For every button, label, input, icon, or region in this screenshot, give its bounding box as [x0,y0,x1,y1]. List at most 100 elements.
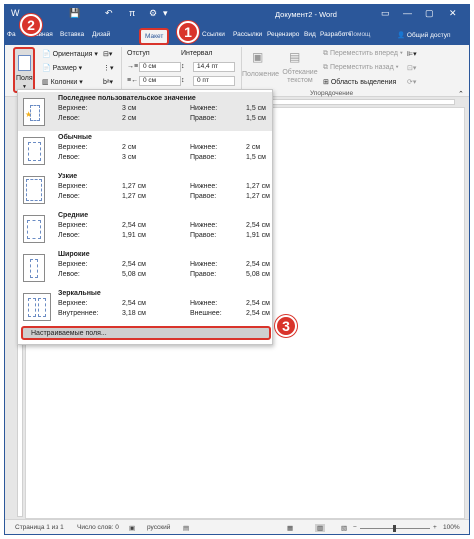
preset-left-label: Левое: [58,193,80,200]
position-button[interactable]: Положение [242,71,279,78]
preset-name: Узкие [58,173,78,180]
preset-top-value: 2,54 см [122,222,146,229]
tab-insert[interactable]: Вставка [60,31,84,38]
preset-outside-label: Внешнее: [190,310,222,317]
undo-icon[interactable]: ↶ [105,8,113,19]
horizontal-ruler[interactable] [255,99,455,105]
orientation-button[interactable]: 📄 Ориентация ▾ [42,50,98,58]
preset-bottom-label: Нижнее: [190,222,218,229]
preset-left-label: Левое: [58,115,80,122]
proofing-icon[interactable]: ▣ [129,524,135,532]
preset-inside-value: 3,18 см [122,310,146,317]
word-logo-icon: W [11,8,20,18]
margin-preset-mirrored[interactable]: Зеркальные Верхнее: 2,54 см Нижнее: 2,54… [18,287,272,326]
size-button[interactable]: 📄 Размер ▾ [42,64,82,72]
margin-preset-wide[interactable]: Широкие Верхнее: 2,54 см Нижнее: 2,54 см… [18,248,272,287]
zoom-level[interactable]: 100% [443,524,460,531]
selection-pane-label: Область выделения [330,79,397,86]
send-backward-label: Переместить назад [329,64,394,71]
page-count[interactable]: Страница 1 из 1 [15,524,64,531]
preset-top-value: 3 см [122,105,137,112]
margin-guide [30,105,40,121]
rotate-icon[interactable]: ⟳▾ [407,78,416,86]
bring-forward-button[interactable]: ⧉ Переместить вперед ▾ [323,50,403,58]
preset-name: Зеркальные [58,290,101,297]
maximize-icon[interactable]: ▢ [425,8,434,19]
close-icon[interactable]: ✕ [449,8,457,19]
margin-preset-normal[interactable]: Обычные Верхнее: 2 см Нижнее: 2 см Левое… [18,131,272,170]
tab-design[interactable]: Дизай [92,31,110,38]
line-numbers-icon[interactable]: ⋮▾ [103,64,114,72]
tab-layout[interactable]: Макет [139,28,170,45]
margin-guide [27,220,41,239]
margin-guide [30,259,38,278]
customize-qa-icon[interactable]: ▾ [163,8,168,19]
window-title: Документ2 - Word [275,10,337,19]
columns-button[interactable]: ▥ Колонки ▾ [42,78,83,86]
align-icon[interactable]: ⊫▾ [407,50,417,58]
selection-pane-button[interactable]: ⊞ Область выделения [323,78,396,86]
spacing-after-input[interactable]: 0 пт [193,76,235,86]
minimize-icon[interactable]: — [403,8,412,18]
preset-left-value: 1,91 см [122,232,146,239]
preset-right-label: Правое: [190,271,217,278]
read-mode-icon[interactable]: ▦ [287,524,293,532]
language[interactable]: русский [147,524,170,531]
preset-left-value: 2 см [122,115,137,122]
word-count[interactable]: Число слов: 0 [77,524,119,531]
indent-right-input[interactable]: 0 см [139,76,181,86]
zoom-in-icon[interactable]: + [433,524,437,531]
web-layout-icon[interactable]: ▧ [341,524,347,532]
ribbon-tabs: Фа Главная Вставка Дизай Макет Ссылки Ра… [5,25,469,45]
gear-icon[interactable]: ⚙ [149,8,157,19]
orientation-label: Ориентация [52,51,93,58]
preset-top-label: Верхнее: [58,222,88,229]
indent-left-input[interactable]: 0 см [139,62,181,72]
equation-icon[interactable]: π [129,8,135,18]
tab-mailings[interactable]: Рассылки [233,31,262,38]
spacing-before-input[interactable]: 14,4 пт [193,62,235,72]
margin-preset-last-custom[interactable]: ★ Последнее пользовательское значение Ве… [18,92,272,131]
group-icon[interactable]: ⊡▾ [407,64,416,72]
zoom-slider-thumb[interactable] [393,525,396,532]
preset-bottom-label: Нижнее: [190,105,218,112]
send-backward-button[interactable]: ⧉ Переместить назад ▾ [323,64,399,72]
macro-icon[interactable]: ▤ [183,524,189,532]
margin-guide [28,142,41,161]
tab-review[interactable]: Рецензиро [267,31,299,38]
preset-top-label: Верхнее: [58,144,88,151]
preset-name: Последнее пользовательское значение [58,95,196,102]
margins-button[interactable]: Поля ▼ [13,47,35,93]
wrap-text-button[interactable]: Обтекание текстом [281,69,319,85]
preset-top-label: Верхнее: [58,105,88,112]
tab-view[interactable]: Вид [304,31,316,38]
preset-left-label: Левое: [58,271,80,278]
breaks-icon[interactable]: ⊟▾ [103,50,112,58]
preset-right-value: 1,27 см [246,193,270,200]
tab-references[interactable]: Ссылки [202,31,225,38]
preset-name: Широкие [58,251,90,258]
share-label: Общий доступ [406,32,451,39]
save-icon[interactable]: 💾 [69,8,80,19]
print-layout-icon[interactable]: ▥ [315,524,326,532]
margin-preset-icon [23,176,45,204]
tab-file[interactable]: Фа [7,31,16,38]
ribbon-display-icon[interactable]: ▭ [381,8,390,19]
hyphenation-icon[interactable]: bᵃ▾ [103,78,113,86]
callout-badge-3: 3 [275,315,297,337]
custom-margins-button[interactable]: Настраиваемые поля... [21,326,271,340]
callout-badge-2: 2 [20,14,42,36]
margins-label: Поля [16,75,33,82]
preset-top-value: 1,27 см [122,183,146,190]
indent-right-icon: ≡← [127,77,139,84]
columns-label: Колонки [50,79,78,86]
margin-preset-narrow[interactable]: Узкие Верхнее: 1,27 см Нижнее: 1,27 см Л… [18,170,272,209]
preset-bottom-value: 1,27 см [246,183,270,190]
position-icon: ▣ [252,50,264,64]
margin-preset-moderate[interactable]: Средние Верхнее: 2,54 см Нижнее: 2,54 см… [18,209,272,248]
zoom-out-icon[interactable]: − [353,524,357,531]
tell-me-box[interactable]: ♀ Помощ [342,31,370,38]
preset-top-label: Верхнее: [58,183,88,190]
preset-left-label: Левое: [58,154,80,161]
share-button[interactable]: 👤 Общий доступ [397,31,451,39]
